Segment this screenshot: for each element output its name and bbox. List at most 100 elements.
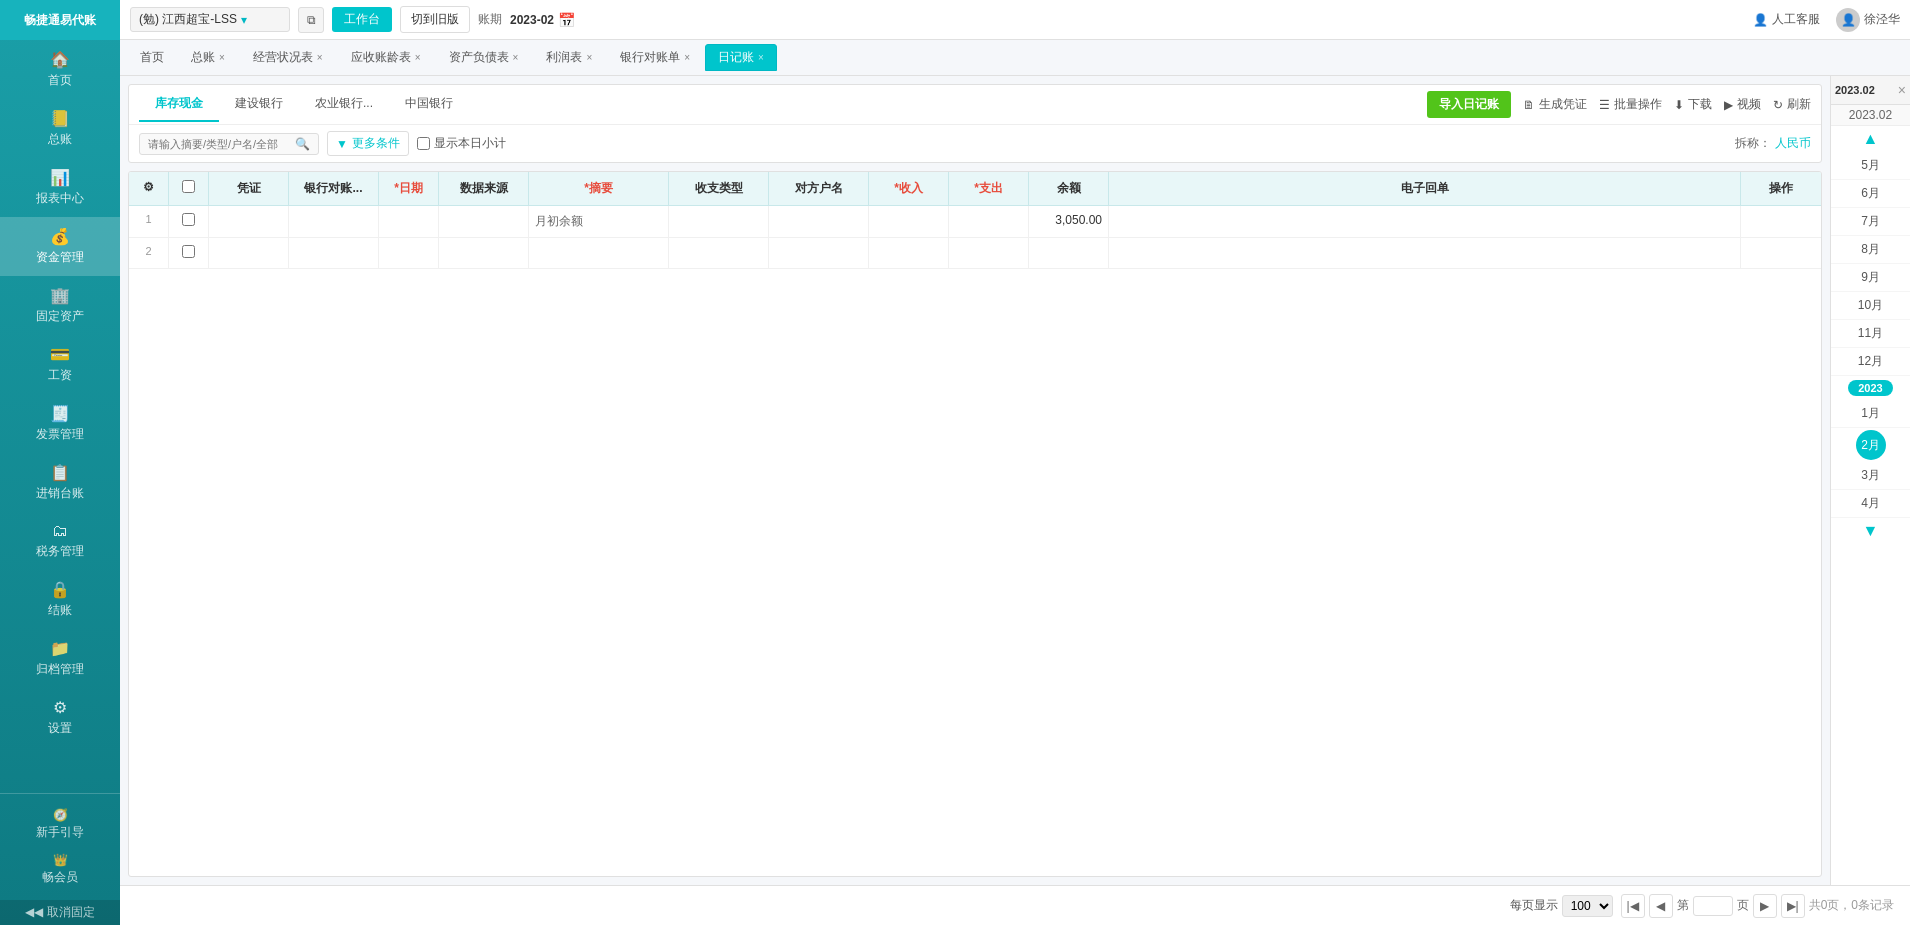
date-panel-close[interactable]: × bbox=[1898, 82, 1906, 98]
search-input[interactable] bbox=[148, 138, 291, 150]
tab-bank-close[interactable]: × bbox=[684, 52, 690, 63]
prev-page-btn[interactable]: ◀ bbox=[1649, 894, 1673, 918]
sidebar-item-guide[interactable]: 🧭 新手引导 bbox=[0, 802, 120, 847]
currency-label: 拆称： bbox=[1735, 135, 1771, 152]
sidebar-item-fixed[interactable]: 🏢 固定资产 bbox=[0, 276, 120, 335]
next-page-btn[interactable]: ▶ bbox=[1753, 894, 1777, 918]
salary-icon: 💳 bbox=[50, 345, 70, 364]
sidebar-bottom: 🧭 新手引导 👑 畅会员 bbox=[0, 793, 120, 900]
tab-receivable[interactable]: 应收账龄表 × bbox=[338, 44, 434, 71]
sidebar-item-tax[interactable]: 🗂 税务管理 bbox=[0, 512, 120, 570]
tab-ledger[interactable]: 总账 × bbox=[178, 44, 238, 71]
month-2-active[interactable]: 2月 bbox=[1856, 430, 1886, 460]
col-balance: 余额 bbox=[1029, 172, 1109, 205]
search-box[interactable]: 🔍 bbox=[139, 133, 319, 155]
user-info[interactable]: 👤 徐泾华 bbox=[1836, 8, 1900, 32]
nav-down-arrow[interactable]: ▼ bbox=[1831, 518, 1910, 544]
month-7[interactable]: 7月 bbox=[1831, 208, 1910, 236]
month-11[interactable]: 11月 bbox=[1831, 320, 1910, 348]
workspace-button[interactable]: 工作台 bbox=[332, 7, 392, 32]
tab-ledger-close[interactable]: × bbox=[219, 52, 225, 63]
calendar-icon: 📅 bbox=[558, 12, 575, 28]
customer-service[interactable]: 👤 人工客服 bbox=[1753, 11, 1820, 28]
month-10[interactable]: 10月 bbox=[1831, 292, 1910, 320]
sub-tab-construction[interactable]: 建设银行 bbox=[219, 87, 299, 122]
sidebar-item-fund[interactable]: 💰 资金管理 bbox=[0, 217, 120, 276]
tab-status-close[interactable]: × bbox=[317, 52, 323, 63]
pin-icon: ◀◀ bbox=[25, 905, 43, 919]
month-12[interactable]: 12月 bbox=[1831, 348, 1910, 376]
sidebar-item-salary[interactable]: 💳 工资 bbox=[0, 335, 120, 394]
per-page-select[interactable]: 100 50 200 bbox=[1562, 895, 1613, 917]
sub-tab-china[interactable]: 中国银行 bbox=[389, 87, 469, 122]
tab-profit[interactable]: 利润表 × bbox=[533, 44, 605, 71]
sidebar-item-settings[interactable]: ⚙ 设置 bbox=[0, 688, 120, 747]
nav-up-arrow[interactable]: ▲ bbox=[1831, 126, 1910, 152]
row-2-checkbox[interactable] bbox=[169, 238, 209, 268]
batch-op-button[interactable]: ☰ 批量操作 bbox=[1599, 96, 1662, 113]
tab-journal-close[interactable]: × bbox=[758, 52, 764, 63]
sidebar-item-close[interactable]: 🔒 结账 bbox=[0, 570, 120, 629]
tab-receivable-close[interactable]: × bbox=[415, 52, 421, 63]
period-value: 2023-02 📅 bbox=[510, 12, 575, 28]
date-panel-title: 2023.02 bbox=[1835, 84, 1875, 96]
month-1[interactable]: 1月 bbox=[1831, 400, 1910, 428]
sidebar-item-member[interactable]: 👑 畅会员 bbox=[0, 847, 120, 892]
tab-bank[interactable]: 银行对账单 × bbox=[607, 44, 703, 71]
col-income-type: 收支类型 bbox=[669, 172, 769, 205]
unpin-bar[interactable]: ◀◀ 取消固定 bbox=[0, 900, 120, 925]
month-3[interactable]: 3月 bbox=[1831, 462, 1910, 490]
refresh-button[interactable]: ↻ 刷新 bbox=[1773, 96, 1811, 113]
currency-value[interactable]: 人民币 bbox=[1775, 135, 1811, 152]
switch-old-button[interactable]: 切到旧版 bbox=[400, 6, 470, 33]
tab-home[interactable]: 首页 bbox=[128, 45, 176, 70]
sidebar-item-home[interactable]: 🏠 首页 bbox=[0, 40, 120, 99]
company-selector[interactable]: (勉) 江西超宝-LSS ▾ bbox=[130, 7, 290, 32]
month-2-container[interactable]: 2月 bbox=[1831, 428, 1910, 462]
tab-journal[interactable]: 日记账 × bbox=[705, 44, 777, 71]
row-1-checkbox[interactable] bbox=[169, 206, 209, 237]
row-2-income-type bbox=[669, 238, 769, 268]
row-1-voucher bbox=[209, 206, 289, 237]
service-icon: 👤 bbox=[1753, 13, 1768, 27]
month-5[interactable]: 5月 bbox=[1831, 152, 1910, 180]
tab-assets[interactable]: 资产负债表 × bbox=[436, 44, 532, 71]
month-8[interactable]: 8月 bbox=[1831, 236, 1910, 264]
sidebar-item-sales[interactable]: 📋 进销台账 bbox=[0, 453, 120, 512]
sidebar-item-invoice[interactable]: 🧾 发票管理 bbox=[0, 394, 120, 453]
page-label-before: 第 bbox=[1677, 897, 1689, 914]
col-bank-match: 银行对账... bbox=[289, 172, 379, 205]
video-button[interactable]: ▶ 视频 bbox=[1724, 96, 1761, 113]
row-1-bank-match bbox=[289, 206, 379, 237]
select-all-checkbox[interactable] bbox=[182, 180, 195, 193]
tab-status[interactable]: 经营状况表 × bbox=[240, 44, 336, 71]
sidebar-item-archive[interactable]: 📁 归档管理 bbox=[0, 629, 120, 688]
row-1-num: 1 bbox=[129, 206, 169, 237]
daily-total-checkbox-label[interactable]: 显示本日小计 bbox=[417, 135, 506, 152]
first-page-btn[interactable]: |◀ bbox=[1621, 894, 1645, 918]
sidebar-item-reports[interactable]: 📊 报表中心 bbox=[0, 158, 120, 217]
col-settings[interactable]: ⚙ bbox=[129, 172, 169, 205]
sub-tab-agriculture[interactable]: 农业银行... bbox=[299, 87, 389, 122]
tab-assets-close[interactable]: × bbox=[513, 52, 519, 63]
total-info: 共0页，0条记录 bbox=[1809, 897, 1894, 914]
filter-button[interactable]: ▼ 更多条件 bbox=[327, 131, 409, 156]
copy-button[interactable]: ⧉ bbox=[298, 7, 324, 33]
tab-profit-close[interactable]: × bbox=[586, 52, 592, 63]
generate-voucher-button[interactable]: 🗎 生成凭证 bbox=[1523, 96, 1587, 113]
last-page-btn[interactable]: ▶| bbox=[1781, 894, 1805, 918]
col-checkbox[interactable] bbox=[169, 172, 209, 205]
import-journal-button[interactable]: 导入日记账 bbox=[1427, 91, 1511, 118]
data-table: ⚙ 凭证 银行对账... *日期 数据来源 *摘要 收支类型 对方户名 *收入 … bbox=[128, 171, 1822, 877]
daily-total-checkbox[interactable] bbox=[417, 137, 430, 150]
sub-tab-cash[interactable]: 库存现金 bbox=[139, 87, 219, 122]
month-9[interactable]: 9月 bbox=[1831, 264, 1910, 292]
col-source: 数据来源 bbox=[439, 172, 529, 205]
month-4[interactable]: 4月 bbox=[1831, 490, 1910, 518]
month-6[interactable]: 6月 bbox=[1831, 180, 1910, 208]
page-input[interactable]: 1 bbox=[1693, 896, 1733, 916]
row-2-counterpart bbox=[769, 238, 869, 268]
sidebar-item-ledger[interactable]: 📒 总账 bbox=[0, 99, 120, 158]
download-button[interactable]: ⬇ 下载 bbox=[1674, 96, 1712, 113]
col-voucher: 凭证 bbox=[209, 172, 289, 205]
